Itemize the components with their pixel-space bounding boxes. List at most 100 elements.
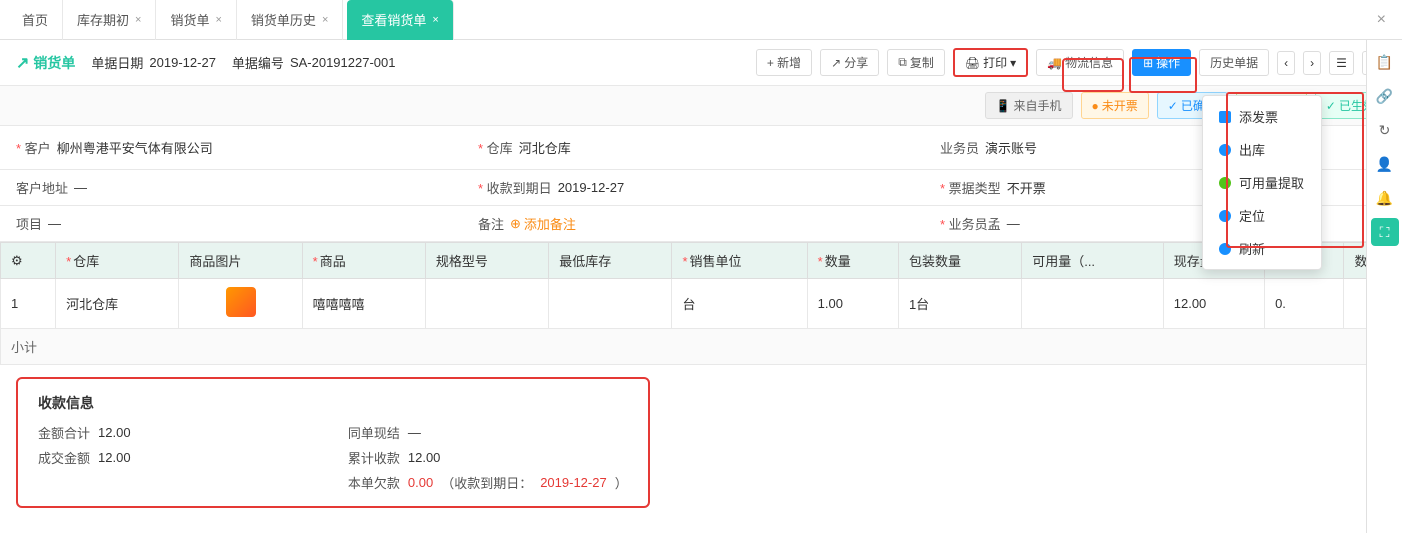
ticket-type-label: 票据类型 (940, 178, 1001, 197)
owe-value: 0.00 (408, 475, 433, 490)
tab-inventory-close[interactable]: × (135, 14, 141, 26)
bottom-section: 收款信息 金额合计 12.00 同单现结 — 成交金额 12.00 累计收款 1… (0, 365, 1402, 520)
doc-date-meta: 单据日期 2019-12-27 (91, 53, 216, 72)
tab-sales-label: 销货单 (170, 10, 209, 29)
print-icon: 🖨 (965, 56, 980, 70)
sidebar-icon-2[interactable]: 🔗 (1371, 82, 1399, 110)
tab-history-close[interactable]: × (322, 14, 328, 26)
check-icon: ✓ (1168, 99, 1178, 113)
row-warehouse: 河北仓库 (56, 279, 179, 329)
list-view-btn[interactable]: ☰ (1329, 51, 1354, 75)
copy-btn[interactable]: ⧉ 复制 (887, 49, 945, 76)
th-qty: *数量 (807, 243, 898, 279)
project-row: 项目 — (16, 214, 462, 233)
print-btn[interactable]: 🖨 打印 ▾ (953, 48, 1028, 77)
project-label: 项目 (16, 214, 42, 233)
subtotal-row: 小计 (1, 329, 1402, 365)
invoice-label: 添发票 (1239, 107, 1278, 126)
share-btn[interactable]: ↗ 分享 (820, 49, 879, 76)
dropdown-item-refresh[interactable]: 刷新 (1203, 232, 1321, 265)
cumulative-row: 累计收款 12.00 (348, 448, 628, 467)
subtotal-label: 小计 (1, 329, 1402, 365)
th-product: *商品 (302, 243, 425, 279)
form-section1: 客户 柳州粤港平安气体有限公司 仓库 河北仓库 业务员 演示账号 (0, 126, 1402, 170)
deal-value: 12.00 (98, 450, 131, 465)
warehouse-label: 仓库 (478, 138, 513, 157)
owe-close: ） (615, 473, 628, 492)
new-btn[interactable]: + 新增 (756, 49, 812, 76)
row-available (1022, 279, 1164, 329)
due-date-label: 收款到期日 (478, 178, 552, 197)
th-settings[interactable]: ⚙ (1, 243, 56, 279)
ticket-type-value: 不开票 (1007, 178, 1046, 197)
from-phone-badge[interactable]: 📱 来自手机 (985, 92, 1073, 119)
refresh-label: 刷新 (1239, 239, 1265, 258)
copy-icon: ⧉ (898, 55, 907, 70)
not-open-label: 未开票 (1102, 97, 1138, 114)
operations-btn[interactable]: ⊞ 操作 (1132, 49, 1191, 76)
from-phone-label: 来自手机 (1013, 97, 1061, 114)
sidebar-icon-3[interactable]: ↻ (1371, 116, 1399, 144)
window-close-btn[interactable]: × (1369, 11, 1394, 29)
tab-sales-close[interactable]: × (215, 14, 221, 26)
tab-view-sales[interactable]: 查看销货单 × (347, 0, 453, 40)
prev-btn[interactable]: ‹ (1277, 51, 1295, 75)
dropdown-item-avail[interactable]: 可用量提取 (1203, 166, 1321, 199)
invoice-icon (1219, 111, 1231, 123)
dropdown-item-outbound[interactable]: 出库 (1203, 133, 1321, 166)
address-value: — (74, 180, 87, 195)
sidebar-icon-5[interactable]: 🔔 (1371, 184, 1399, 212)
not-open-badge[interactable]: ● 未开票 (1081, 92, 1149, 119)
customer-row: 客户 柳州粤港平安气体有限公司 (16, 138, 462, 157)
tab-history[interactable]: 销货单历史 × (237, 0, 343, 40)
sidebar-icon-4[interactable]: 👤 (1371, 150, 1399, 178)
sidebar-icon-1[interactable]: 📋 (1371, 48, 1399, 76)
add-note-label: 添加备注 (524, 214, 576, 233)
doc-date-label: 单据日期 (91, 53, 143, 72)
deal-row: 成交金额 12.00 (38, 448, 318, 467)
owe-label: 本单欠款 (348, 473, 400, 492)
logistics-label: 物流信息 (1065, 54, 1113, 71)
avail-label: 可用量提取 (1239, 173, 1304, 192)
customer-label: 客户 (16, 138, 51, 157)
product-thumbnail (226, 287, 256, 317)
locate-label: 定位 (1239, 206, 1265, 225)
add-note-btn[interactable]: ⊕ 添加备注 (510, 214, 576, 233)
operations-label: 操作 (1156, 54, 1180, 71)
history-btn[interactable]: 历史单据 (1199, 49, 1269, 76)
th-warehouse: *仓库 (56, 243, 179, 279)
next-btn[interactable]: › (1303, 51, 1321, 75)
same-order-row: 同单现结 — (348, 423, 628, 442)
sidebar-icon-expand[interactable]: ⛶ (1371, 218, 1399, 246)
employee-value: 演示账号 (985, 138, 1037, 157)
th-spec: 规格型号 (425, 243, 548, 279)
row-img (179, 279, 302, 329)
doc-date-value: 2019-12-27 (149, 55, 216, 70)
receipt-title: 收款信息 (38, 393, 628, 413)
tab-view-sales-label: 查看销货单 (361, 10, 426, 29)
form-section2: 客户地址 — 收款到期日 2019-12-27 票据类型 不开票 (0, 170, 1402, 206)
tab-inventory-label: 库存期初 (77, 10, 129, 29)
due-date-row: 收款到期日 2019-12-27 (478, 178, 924, 197)
print-dropdown-icon: ▾ (1010, 56, 1016, 70)
receipt-grid: 金额合计 12.00 同单现结 — 成交金额 12.00 累计收款 12.00 … (38, 423, 628, 492)
doc-icon: ↗ (16, 53, 29, 73)
dropdown-item-invoice[interactable]: 添发票 (1203, 100, 1321, 133)
dropdown-item-locate[interactable]: 定位 (1203, 199, 1321, 232)
owe-row: 本单欠款 0.00 （收款到期日： 2019-12-27 ） (348, 473, 628, 492)
address-row: 客户地址 — (16, 178, 462, 197)
tab-sales[interactable]: 销货单 × (156, 0, 236, 40)
avail-icon (1219, 177, 1231, 189)
th-available: 可用量（... (1022, 243, 1164, 279)
tab-home[interactable]: 首页 (8, 0, 63, 40)
share-label: 分享 (844, 54, 868, 71)
tab-inventory[interactable]: 库存期初 × (63, 0, 156, 40)
copy-label: 复制 (910, 54, 934, 71)
note-label: 备注 (478, 214, 504, 233)
deal-label: 成交金额 (38, 448, 90, 467)
doc-actions: + 新增 ↗ 分享 ⧉ 复制 🖨 打印 ▾ 🚚 物流信息 ⊞ 操作 (756, 48, 1386, 77)
tab-view-sales-close[interactable]: × (432, 14, 438, 26)
circle-icon: ● (1092, 99, 1099, 113)
logistics-btn[interactable]: 🚚 物流信息 (1036, 49, 1124, 76)
table-header-row: ⚙ *仓库 商品图片 *商品 规格型号 最低库存 *销售单位 *数量 包装数量 … (1, 243, 1402, 279)
